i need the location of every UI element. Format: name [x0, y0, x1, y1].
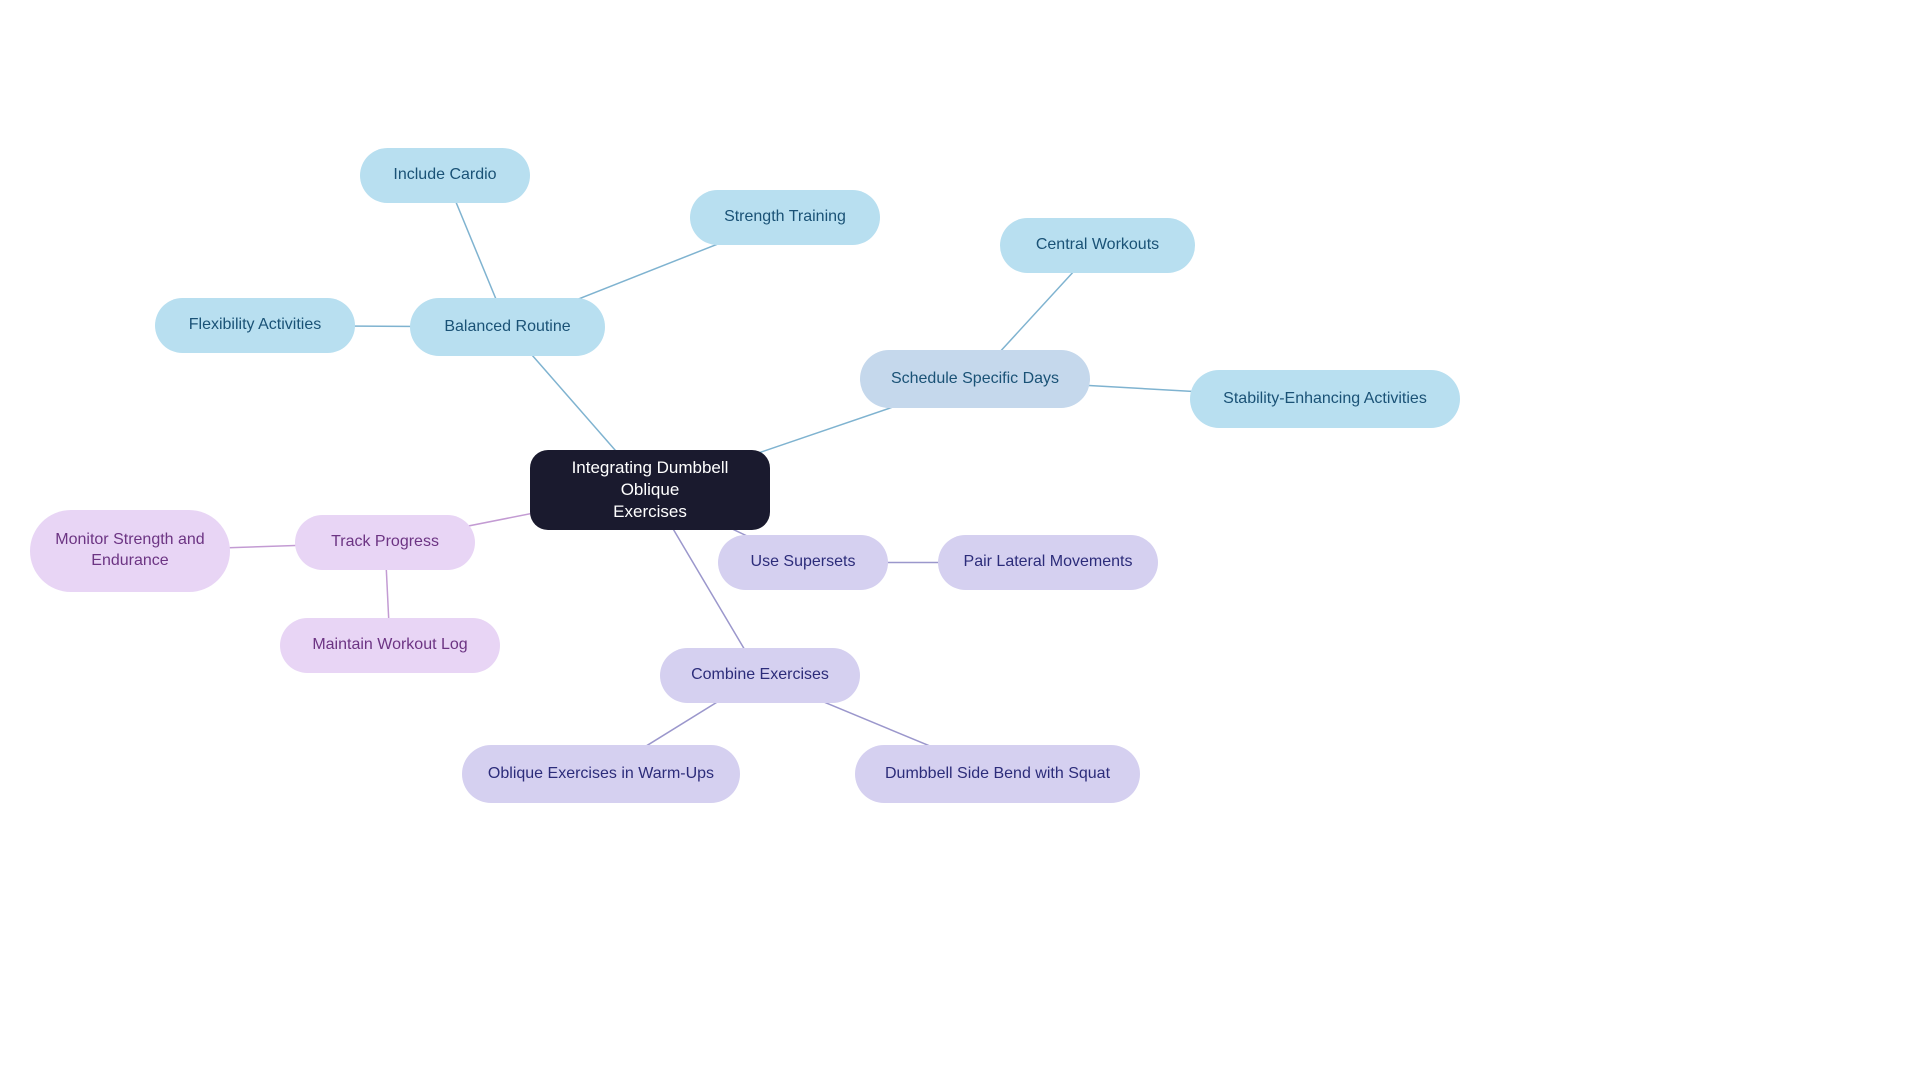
maintain-workout-log-node[interactable]: Maintain Workout Log	[280, 618, 500, 673]
combine-exercises-node[interactable]: Combine Exercises	[660, 648, 860, 703]
monitor-strength-node[interactable]: Monitor Strength and Endurance	[30, 510, 230, 592]
use-supersets-label: Use Supersets	[751, 552, 856, 573]
pair-lateral-node[interactable]: Pair Lateral Movements	[938, 535, 1158, 590]
central-workouts-node[interactable]: Central Workouts	[1000, 218, 1195, 273]
schedule-specific-days-label: Schedule Specific Days	[891, 369, 1059, 390]
flexibility-activities-label: Flexibility Activities	[189, 315, 321, 336]
central-workouts-label: Central Workouts	[1036, 235, 1159, 256]
balanced-routine-label: Balanced Routine	[444, 317, 570, 338]
use-supersets-node[interactable]: Use Supersets	[718, 535, 888, 590]
stability-enhancing-label: Stability-Enhancing Activities	[1223, 389, 1427, 410]
stability-enhancing-node[interactable]: Stability-Enhancing Activities	[1190, 370, 1460, 428]
maintain-workout-log-label: Maintain Workout Log	[312, 635, 467, 656]
strength-training-node[interactable]: Strength Training	[690, 190, 880, 245]
strength-training-label: Strength Training	[724, 207, 846, 228]
pair-lateral-label: Pair Lateral Movements	[964, 552, 1133, 573]
monitor-strength-label: Monitor Strength and Endurance	[55, 530, 204, 572]
track-progress-label: Track Progress	[331, 532, 439, 553]
combine-exercises-label: Combine Exercises	[691, 665, 829, 686]
oblique-warmups-label: Oblique Exercises in Warm-Ups	[488, 764, 714, 785]
include-cardio-label: Include Cardio	[393, 165, 496, 186]
dumbbell-side-bend-node[interactable]: Dumbbell Side Bend with Squat	[855, 745, 1140, 803]
dumbbell-side-bend-label: Dumbbell Side Bend with Squat	[885, 764, 1110, 785]
center-label: Integrating Dumbbell Oblique Exercises	[552, 457, 748, 523]
include-cardio-node[interactable]: Include Cardio	[360, 148, 530, 203]
center-node[interactable]: Integrating Dumbbell Oblique Exercises	[530, 450, 770, 530]
oblique-warmups-node[interactable]: Oblique Exercises in Warm-Ups	[462, 745, 740, 803]
flexibility-activities-node[interactable]: Flexibility Activities	[155, 298, 355, 353]
schedule-specific-days-node[interactable]: Schedule Specific Days	[860, 350, 1090, 408]
balanced-routine-node[interactable]: Balanced Routine	[410, 298, 605, 356]
track-progress-node[interactable]: Track Progress	[295, 515, 475, 570]
